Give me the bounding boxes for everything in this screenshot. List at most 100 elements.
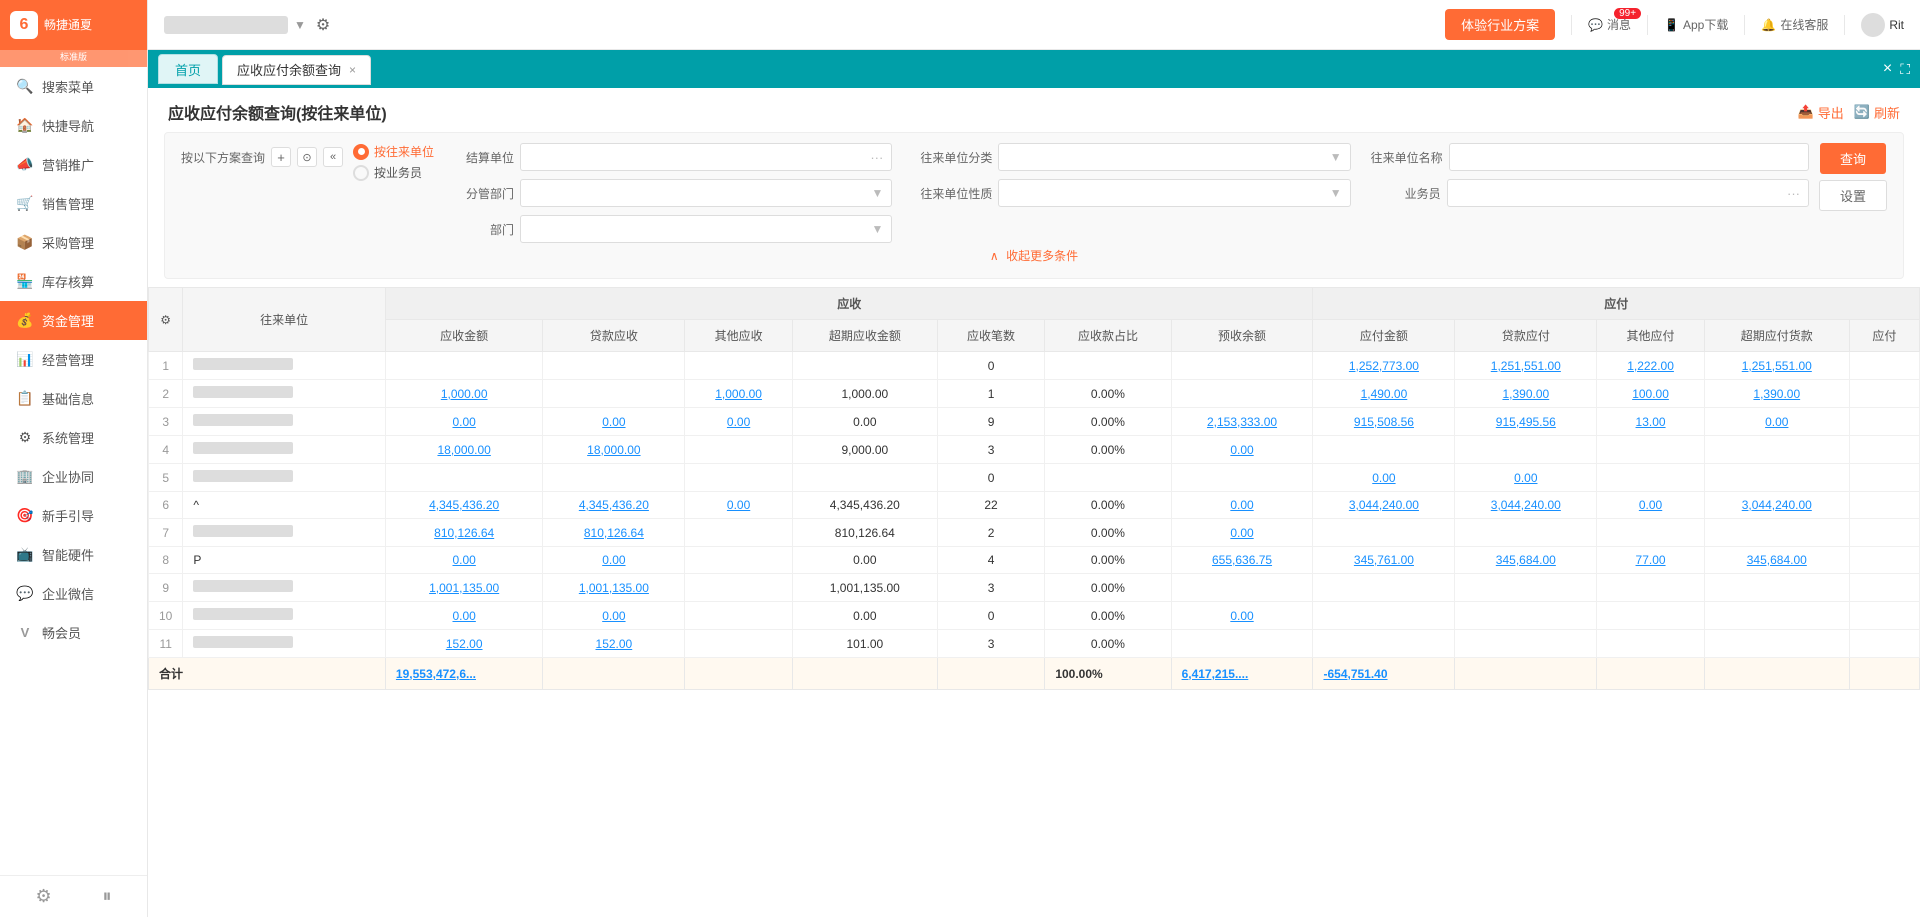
table-cell[interactable] — [1313, 574, 1455, 602]
unit-name-text-input[interactable] — [1458, 150, 1800, 164]
table-cell-link[interactable]: 0.00 — [543, 547, 685, 574]
user-avatar[interactable]: Rit — [1861, 13, 1904, 37]
table-cell-link[interactable]: 4,345,436.20 — [385, 492, 543, 519]
table-cell[interactable] — [1171, 380, 1313, 408]
footer-ar-amount[interactable]: 19,553,472,6... — [385, 658, 543, 690]
table-cell[interactable] — [1704, 519, 1849, 547]
table-cell-link[interactable]: 3,044,240.00 — [1313, 492, 1455, 519]
table-cell[interactable] — [1455, 436, 1597, 464]
table-cell-link[interactable]: 152.00 — [385, 630, 543, 658]
table-cell-link[interactable]: 810,126.64 — [543, 519, 685, 547]
sidebar-item-sales[interactable]: 🛒 销售管理 — [0, 184, 147, 223]
table-cell-link[interactable]: 0.00 — [1171, 602, 1313, 630]
table-cell[interactable] — [1171, 464, 1313, 492]
table-cell-link[interactable]: 0.00 — [543, 408, 685, 436]
tab-close-all-icon[interactable]: × — [1883, 60, 1892, 78]
table-cell[interactable] — [543, 352, 685, 380]
table-cell-link[interactable]: 1,490.00 — [1313, 380, 1455, 408]
staff-input[interactable]: ··· — [1447, 179, 1809, 207]
table-cell[interactable] — [1171, 352, 1313, 380]
tab-expand-icon[interactable]: ⛶ — [1900, 61, 1910, 78]
table-cell-link[interactable]: 0.00 — [1313, 464, 1455, 492]
table-cell[interactable] — [685, 574, 793, 602]
table-settings-header[interactable]: ⚙ — [149, 288, 183, 352]
footer-ap-amount[interactable]: -654,751.40 — [1313, 658, 1455, 690]
table-cell-link[interactable]: 0.00 — [1455, 464, 1597, 492]
table-cell-link[interactable]: 1,252,773.00 — [1313, 352, 1455, 380]
table-cell[interactable] — [1597, 630, 1705, 658]
table-cell-link[interactable]: 655,636.75 — [1171, 547, 1313, 574]
table-cell-link[interactable]: 915,495.56 — [1455, 408, 1597, 436]
table-cell-link[interactable]: 345,761.00 — [1313, 547, 1455, 574]
tab-close-icon[interactable]: × — [349, 63, 356, 77]
sidebar-item-smart-hw[interactable]: 📺 智能硬件 — [0, 535, 147, 574]
table-cell-link[interactable]: 1,390.00 — [1704, 380, 1849, 408]
sidebar-item-search-menu[interactable]: 🔍 搜索菜单 — [0, 67, 147, 106]
sidebar-item-wechat[interactable]: 💬 企业微信 — [0, 574, 147, 613]
table-cell[interactable] — [543, 464, 685, 492]
table-cell[interactable] — [1704, 602, 1849, 630]
sidebar-item-system[interactable]: ⚙ 系统管理 — [0, 418, 147, 457]
export-button[interactable]: 📤 导出 — [1798, 103, 1844, 122]
app-download-button[interactable]: 📱 App下载 — [1664, 16, 1728, 33]
table-cell-link[interactable]: 810,126.64 — [385, 519, 543, 547]
unit-nature-select[interactable]: ▼ — [998, 179, 1350, 207]
table-cell[interactable] — [543, 380, 685, 408]
table-cell-link[interactable]: 0.00 — [385, 408, 543, 436]
table-cell-link[interactable]: 0.00 — [685, 492, 793, 519]
table-cell[interactable] — [385, 464, 543, 492]
table-cell[interactable] — [1313, 436, 1455, 464]
breadcrumb-chevron-icon[interactable]: ▼ — [294, 18, 306, 32]
sidebar-item-purchase[interactable]: 📦 采购管理 — [0, 223, 147, 262]
table-cell-link[interactable]: 1,251,551.00 — [1455, 352, 1597, 380]
table-cell-link[interactable]: 0.00 — [1171, 492, 1313, 519]
topbar-gear-icon[interactable]: ⚙ — [316, 15, 330, 35]
table-cell-link[interactable]: 13.00 — [1597, 408, 1705, 436]
table-cell-link[interactable]: 1,390.00 — [1455, 380, 1597, 408]
table-cell[interactable] — [1597, 436, 1705, 464]
division-dept-select[interactable]: ▼ — [520, 215, 892, 243]
sidebar-item-finance[interactable]: 💰 资金管理 — [0, 301, 147, 340]
table-cell[interactable] — [1313, 602, 1455, 630]
table-cell[interactable] — [385, 352, 543, 380]
sidebar-item-basic-info[interactable]: 📋 基础信息 — [0, 379, 147, 418]
table-cell-link[interactable]: 1,001,135.00 — [385, 574, 543, 602]
table-cell[interactable] — [1704, 436, 1849, 464]
footer-ar-prepay[interactable]: 6,417,215.... — [1171, 658, 1313, 690]
refresh-button[interactable]: 🔄 刷新 — [1854, 103, 1900, 122]
table-cell-link[interactable]: 0.00 — [1597, 492, 1705, 519]
setting-button[interactable]: 设置 — [1819, 180, 1887, 211]
promo-button[interactable]: 体验行业方案 — [1445, 9, 1555, 40]
query-button[interactable]: 查询 — [1820, 143, 1886, 174]
table-cell[interactable] — [1597, 574, 1705, 602]
table-cell-link[interactable]: 3,044,240.00 — [1455, 492, 1597, 519]
table-cell-link[interactable]: 345,684.00 — [1455, 547, 1597, 574]
table-cell-link[interactable]: 100.00 — [1597, 380, 1705, 408]
dept-select[interactable]: ▼ — [520, 179, 892, 207]
scheme-more-icon[interactable]: « — [323, 147, 343, 167]
table-cell[interactable] — [685, 547, 793, 574]
sidebar-item-marketing[interactable]: 📣 营销推广 — [0, 145, 147, 184]
sidebar-item-vip[interactable]: V 畅会员 — [0, 613, 147, 652]
table-cell-link[interactable]: 18,000.00 — [385, 436, 543, 464]
table-cell-link[interactable]: 1,222.00 — [1597, 352, 1705, 380]
filter-by-unit[interactable]: 按往来单位 — [353, 143, 434, 160]
sidebar-item-warehouse[interactable]: 🏪 库存核算 — [0, 262, 147, 301]
sidebar-item-guide[interactable]: 🎯 新手引导 — [0, 496, 147, 535]
table-cell-link[interactable]: 0.00 — [543, 602, 685, 630]
table-cell-link[interactable]: 0.00 — [1704, 408, 1849, 436]
table-cell-link[interactable]: 1,000.00 — [685, 380, 793, 408]
table-cell[interactable] — [1597, 464, 1705, 492]
sidebar-item-operations[interactable]: 📊 经营管理 — [0, 340, 147, 379]
table-cell-link[interactable]: 3,044,240.00 — [1704, 492, 1849, 519]
table-cell-link[interactable]: 0.00 — [385, 547, 543, 574]
add-scheme-icon[interactable]: + — [271, 147, 291, 167]
table-cell[interactable] — [1704, 574, 1849, 602]
online-service-button[interactable]: 🔔 在线客服 — [1761, 16, 1828, 33]
table-cell[interactable] — [1171, 630, 1313, 658]
table-cell[interactable] — [685, 352, 793, 380]
table-cell[interactable] — [1455, 602, 1597, 630]
table-cell[interactable] — [1455, 574, 1597, 602]
table-cell-link[interactable]: 4,345,436.20 — [543, 492, 685, 519]
tab-ar-query[interactable]: 应收应付余额查询 × — [222, 55, 371, 85]
